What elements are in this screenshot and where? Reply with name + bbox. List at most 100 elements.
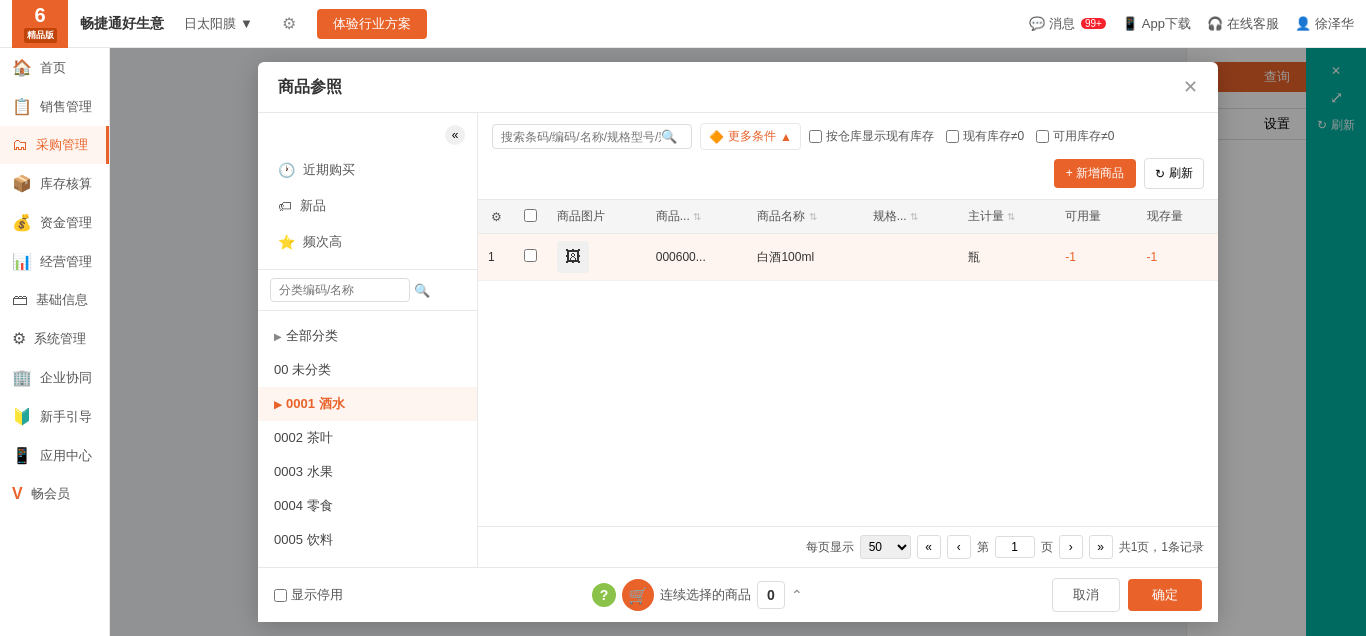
brand-text: 畅捷通好生意: [80, 15, 164, 33]
online-service-btn[interactable]: 🎧 在线客服: [1207, 15, 1279, 33]
sidebar-item-purchase[interactable]: 🗂 采购管理: [0, 126, 109, 164]
checkbox-warehouse[interactable]: [809, 130, 822, 143]
th-spec-label: 规格...: [873, 209, 910, 223]
user-name: 徐泽华: [1315, 15, 1354, 33]
category-list: ▶ 全部分类 00 未分类 ▶ 0001 酒水 0002 茶: [258, 311, 477, 555]
row-avail: -1: [1055, 234, 1136, 281]
content-area: 查询 设置 ✕ ⤢ ↻ 刷新 商品参照 ✕: [110, 48, 1366, 636]
sidebar-item-system[interactable]: ⚙ 系统管理: [0, 319, 109, 358]
show-disabled-label[interactable]: 显示停用: [274, 586, 343, 604]
sidebar-item-member[interactable]: V 畅会员: [0, 475, 109, 513]
cat-item-0003[interactable]: 0003 水果: [258, 455, 477, 489]
per-page-select[interactable]: 50 100: [860, 535, 911, 559]
left-sidebar: 🏠 首页 📋 销售管理 🗂 采购管理 📦 库存核算 💰 资金管理 📊 经营管理 …: [0, 48, 110, 636]
checkbox-stock-ne0-label[interactable]: 现有库存≠0: [946, 128, 1024, 145]
cat-item-0002[interactable]: 0002 茶叶: [258, 421, 477, 455]
sidebar-item-home[interactable]: 🏠 首页: [0, 48, 109, 87]
cart-collapse-arrow[interactable]: ⌃: [791, 587, 803, 603]
product-search-icon[interactable]: 🔍: [661, 129, 677, 144]
cart-icon[interactable]: 🛒: [622, 579, 654, 611]
filter-btn[interactable]: 🔶 更多条件 ▲: [700, 123, 801, 150]
headset-icon: 🎧: [1207, 16, 1223, 31]
filter-label: 更多条件: [728, 128, 776, 145]
product-search-input[interactable]: [501, 130, 661, 144]
sidebar-item-ops[interactable]: 📊 经营管理: [0, 242, 109, 281]
app-download-btn[interactable]: 📱 App下载: [1122, 15, 1191, 33]
page-label: 第: [977, 539, 989, 556]
row-img: 🖼: [547, 234, 646, 281]
product-search-wrap: 🔍: [492, 124, 692, 149]
page-input[interactable]: [995, 536, 1035, 558]
brand-selector[interactable]: 日太阳膜 ▼: [176, 11, 261, 37]
confirm-btn[interactable]: 确定: [1128, 579, 1202, 611]
row-check[interactable]: [514, 234, 547, 281]
user-avatar[interactable]: 👤 徐泽华: [1295, 15, 1354, 33]
help-icon-btn[interactable]: ?: [592, 583, 616, 607]
cat-search-icon[interactable]: 🔍: [414, 283, 430, 298]
checkbox-stock-ne0[interactable]: [946, 130, 959, 143]
total-info: 共1页，1条记录: [1119, 539, 1204, 556]
th-check[interactable]: [514, 200, 547, 234]
th-name[interactable]: 商品名称 ⇅: [747, 200, 862, 234]
page-unit: 页: [1041, 539, 1053, 556]
modal-body: « 🕐 近期购买 🏷 新品 ⭐: [258, 113, 1218, 567]
page-first-btn[interactable]: «: [917, 535, 941, 559]
sidebar-item-apps[interactable]: 📱 应用中心: [0, 436, 109, 475]
quick-label-new: 新品: [300, 197, 326, 215]
cat-item-all[interactable]: ▶ 全部分类: [258, 319, 477, 353]
cancel-btn[interactable]: 取消: [1052, 578, 1120, 612]
refresh-btn[interactable]: ↻ 刷新: [1144, 158, 1204, 189]
cat-label-all: 全部分类: [286, 327, 338, 345]
cat-item-0001[interactable]: ▶ 0001 酒水: [258, 387, 477, 421]
sidebar-item-sales[interactable]: 📋 销售管理: [0, 87, 109, 126]
sidebar-item-guide[interactable]: 🔰 新手引导: [0, 397, 109, 436]
show-disabled-checkbox[interactable]: [274, 589, 287, 602]
add-product-btn[interactable]: + 新增商品: [1054, 159, 1136, 188]
check-all[interactable]: [524, 209, 537, 222]
checkbox-avail-ne0[interactable]: [1036, 130, 1049, 143]
sidebar-label-inventory: 库存核算: [40, 175, 92, 193]
th-img: 商品图片: [547, 200, 646, 234]
page-next-btn[interactable]: ›: [1059, 535, 1083, 559]
sidebar-item-basic[interactable]: 🗃 基础信息: [0, 281, 109, 319]
quick-item-recent[interactable]: 🕐 近期购买: [270, 155, 465, 185]
checkbox-group: 按仓库显示现有库存 现有库存≠0 可用库存≠0: [809, 128, 1115, 145]
message-label: 消息: [1049, 15, 1075, 33]
th-settings[interactable]: ⚙: [478, 200, 514, 234]
settings-icon[interactable]: ⚙: [273, 8, 305, 40]
page-prev-btn[interactable]: ‹: [947, 535, 971, 559]
sidebar-label-sales: 销售管理: [40, 98, 92, 116]
cat-search-input[interactable]: [270, 278, 410, 302]
quick-item-new[interactable]: 🏷 新品: [270, 191, 465, 221]
modal-left-panel: « 🕐 近期购买 🏷 新品 ⭐: [258, 113, 478, 567]
quick-label-frequent: 频次高: [303, 233, 342, 251]
cat-item-0005[interactable]: 0005 饮料: [258, 523, 477, 555]
modal-close-btn[interactable]: ✕: [1183, 76, 1198, 98]
sidebar-item-collab[interactable]: 🏢 企业协同: [0, 358, 109, 397]
table-row[interactable]: 1 🖼 000600... 白酒100ml 瓶: [478, 234, 1218, 281]
sidebar-label-basic: 基础信息: [36, 291, 88, 309]
cat-label-0002: 0002 茶叶: [274, 429, 333, 447]
row-checkbox[interactable]: [524, 249, 537, 262]
checkbox-warehouse-label[interactable]: 按仓库显示现有库存: [809, 128, 934, 145]
th-spec[interactable]: 规格... ⇅: [863, 200, 958, 234]
cat-item-0004[interactable]: 0004 零食: [258, 489, 477, 523]
collapse-left-btn[interactable]: «: [445, 125, 465, 145]
page-last-btn[interactable]: »: [1089, 535, 1113, 559]
cat-item-00[interactable]: 00 未分类: [258, 353, 477, 387]
th-code[interactable]: 商品... ⇅: [646, 200, 748, 234]
message-btn[interactable]: 💬 消息 99+: [1029, 15, 1106, 33]
checkbox-avail-ne0-text: 可用库存≠0: [1053, 128, 1114, 145]
quick-item-frequent[interactable]: ⭐ 频次高: [270, 227, 465, 257]
checkbox-avail-ne0-label[interactable]: 可用库存≠0: [1036, 128, 1114, 145]
sidebar-item-finance[interactable]: 💰 资金管理: [0, 203, 109, 242]
exp-btn[interactable]: 体验行业方案: [317, 9, 427, 39]
ops-icon: 📊: [12, 252, 32, 271]
cat-search-row: 🔍: [258, 270, 477, 311]
sort-spec-icon: ⇅: [910, 211, 918, 222]
modal-header: 商品参照 ✕: [258, 62, 1218, 113]
th-unit[interactable]: 主计量 ⇅: [958, 200, 1056, 234]
modal-title: 商品参照: [278, 77, 342, 98]
sidebar-item-inventory[interactable]: 📦 库存核算: [0, 164, 109, 203]
checkbox-stock-ne0-text: 现有库存≠0: [963, 128, 1024, 145]
